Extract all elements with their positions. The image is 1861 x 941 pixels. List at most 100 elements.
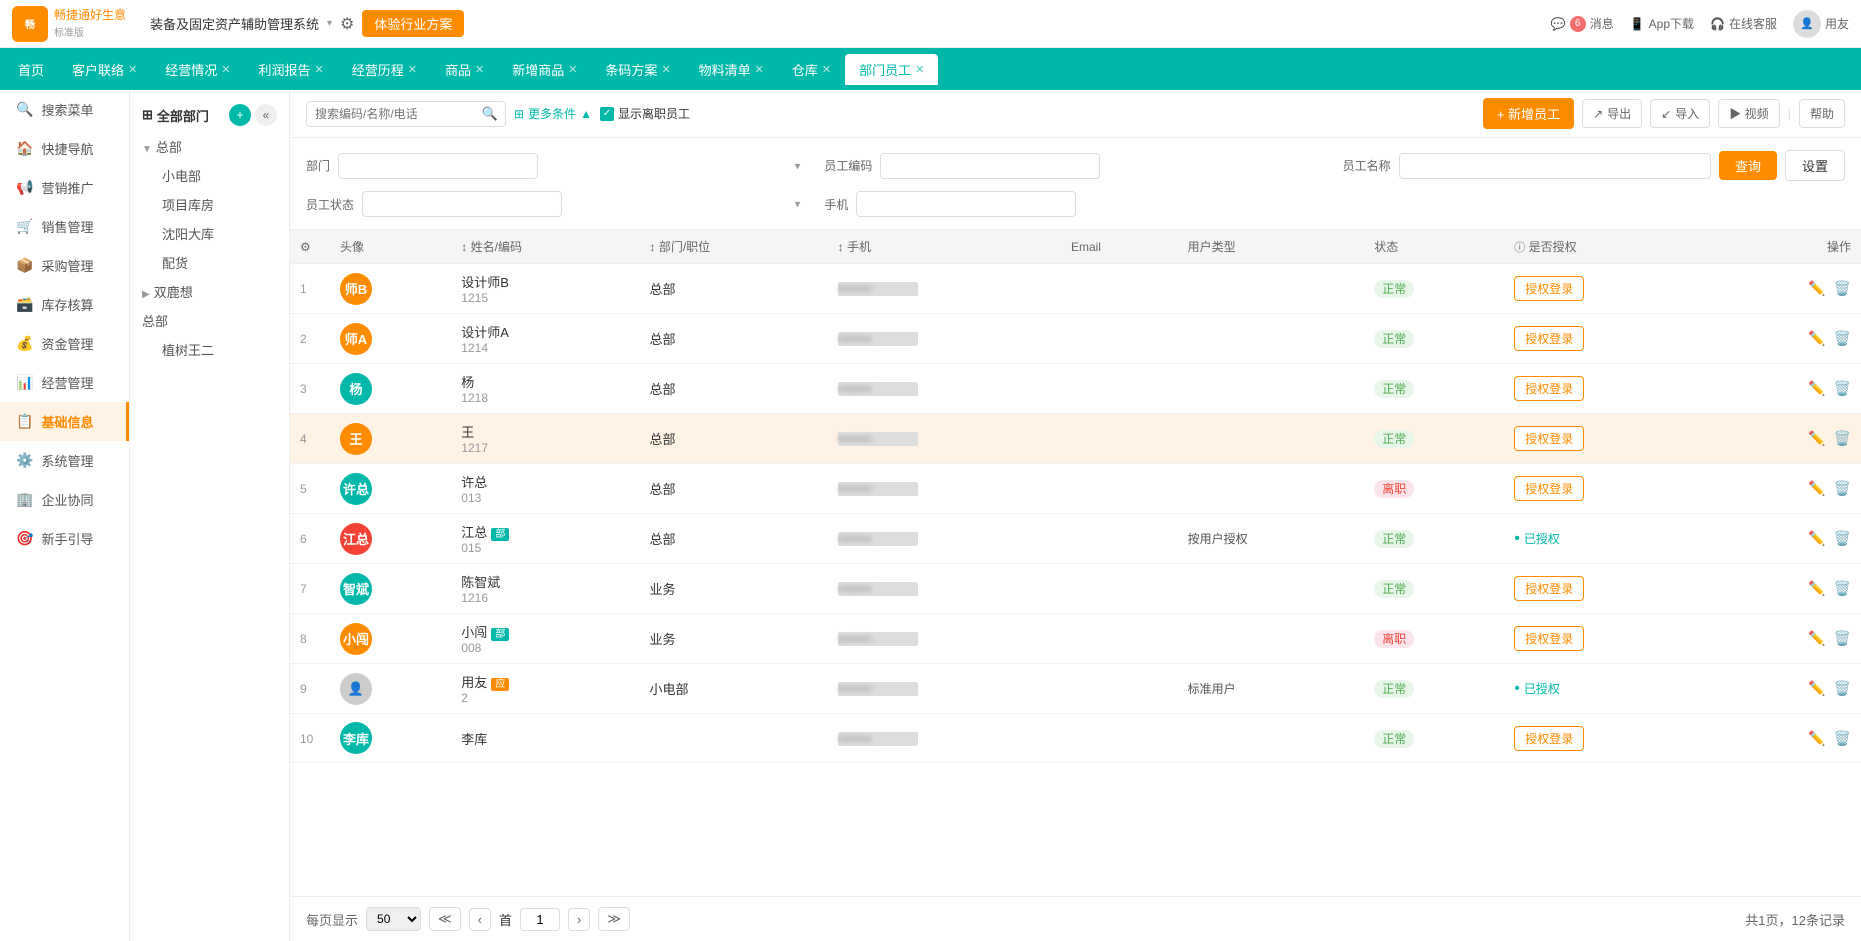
settings-icon[interactable]: ⚙ xyxy=(340,14,354,34)
col-name[interactable]: ↕ 姓名/编码 xyxy=(451,230,639,264)
download-btn[interactable]: 📱 App下载 xyxy=(1630,15,1694,32)
tab-barcode[interactable]: 条码方案 ✕ xyxy=(591,54,684,85)
edit-icon[interactable]: ✏️ xyxy=(1808,630,1825,647)
auth-login-btn[interactable]: 授权登录 xyxy=(1514,626,1584,651)
more-conditions-btn[interactable]: ⊞ 更多条件 ▲ xyxy=(514,105,592,122)
tab-home[interactable]: 首页 xyxy=(4,54,58,85)
delete-icon[interactable]: 🗑️ xyxy=(1834,580,1851,597)
dept-collapse-btn[interactable]: « xyxy=(255,104,277,126)
export-button[interactable]: ↗ 导出 xyxy=(1582,99,1642,128)
dept-node-project[interactable]: 项目库房 xyxy=(130,190,289,219)
per-page-select[interactable]: 50 20 100 xyxy=(366,907,421,931)
prev-page-btn[interactable]: ‹ xyxy=(469,908,491,931)
message-btn[interactable]: 💬 6 消息 xyxy=(1551,15,1614,32)
delete-icon[interactable]: 🗑️ xyxy=(1834,630,1851,647)
auth-login-btn[interactable]: 授权登录 xyxy=(1514,426,1584,451)
sidebar-item-guide[interactable]: 🎯 新手引导 xyxy=(0,519,129,558)
dept-node-shenyang[interactable]: 沈阳大库 xyxy=(130,219,289,248)
close-icon[interactable]: ✕ xyxy=(915,63,924,76)
user-btn[interactable]: 👤 用友 xyxy=(1793,10,1849,38)
edit-icon[interactable]: ✏️ xyxy=(1808,280,1825,297)
delete-icon[interactable]: 🗑️ xyxy=(1834,530,1851,547)
col-dept[interactable]: ↕ 部门/职位 xyxy=(639,230,827,264)
first-page-btn[interactable]: ≪ xyxy=(429,907,461,931)
delete-icon[interactable]: 🗑️ xyxy=(1834,430,1851,447)
help-button[interactable]: 帮助 xyxy=(1799,99,1845,128)
trial-button[interactable]: 体验行业方案 xyxy=(362,10,464,37)
dept-node-zongbu2[interactable]: 总部 xyxy=(130,306,289,335)
sidebar-item-enterprise[interactable]: 🏢 企业协同 xyxy=(0,480,129,519)
sidebar-item-purchase[interactable]: 📦 采购管理 xyxy=(0,246,129,285)
tab-bom[interactable]: 物料清单 ✕ xyxy=(685,54,778,85)
close-icon[interactable]: ✕ xyxy=(822,63,831,76)
close-icon[interactable]: ✕ xyxy=(475,63,484,76)
dept-node-zongbu-parent[interactable]: ▼总部 xyxy=(130,132,289,161)
sidebar-item-finance[interactable]: 💰 资金管理 xyxy=(0,324,129,363)
delete-icon[interactable]: 🗑️ xyxy=(1834,330,1851,347)
auth-login-btn[interactable]: 授权登录 xyxy=(1514,576,1584,601)
delete-icon[interactable]: 🗑️ xyxy=(1834,380,1851,397)
tab-warehouse[interactable]: 仓库 ✕ xyxy=(778,54,845,85)
tab-operations[interactable]: 经营情况 ✕ xyxy=(151,54,244,85)
auth-login-btn[interactable]: 授权登录 xyxy=(1514,326,1584,351)
set-button[interactable]: 设置 xyxy=(1785,150,1845,181)
tab-staff[interactable]: 部门员工 ✕ xyxy=(845,54,938,85)
import-button[interactable]: ↙ 导入 xyxy=(1650,99,1710,128)
sidebar-item-search[interactable]: 🔍 搜索菜单 xyxy=(0,90,129,129)
edit-icon[interactable]: ✏️ xyxy=(1808,730,1825,747)
dept-filter-select[interactable] xyxy=(338,153,538,179)
edit-icon[interactable]: ✏️ xyxy=(1808,680,1825,697)
close-icon[interactable]: ✕ xyxy=(661,63,670,76)
close-icon[interactable]: ✕ xyxy=(315,63,324,76)
add-employee-button[interactable]: + 新增员工 xyxy=(1483,98,1574,129)
auth-login-btn[interactable]: 授权登录 xyxy=(1514,476,1584,501)
close-icon[interactable]: ✕ xyxy=(568,63,577,76)
tab-profit[interactable]: 利润报告 ✕ xyxy=(244,54,337,85)
edit-icon[interactable]: ✏️ xyxy=(1808,480,1825,497)
edit-icon[interactable]: ✏️ xyxy=(1808,580,1825,597)
next-page-btn[interactable]: › xyxy=(568,908,590,931)
delete-icon[interactable]: 🗑️ xyxy=(1834,680,1851,697)
tab-history[interactable]: 经营历程 ✕ xyxy=(338,54,431,85)
dept-node-shuangluxiang[interactable]: ▶双鹿想 xyxy=(130,277,289,306)
edit-icon[interactable]: ✏️ xyxy=(1808,430,1825,447)
edit-icon[interactable]: ✏️ xyxy=(1808,380,1825,397)
name-filter-input[interactable] xyxy=(1399,153,1711,179)
service-btn[interactable]: 🎧 在线客服 xyxy=(1710,15,1777,32)
sidebar-item-sales[interactable]: 🛒 销售管理 xyxy=(0,207,129,246)
sidebar-item-inventory[interactable]: 🗃️ 库存核算 xyxy=(0,285,129,324)
dept-add-btn[interactable]: + xyxy=(229,104,251,126)
auth-login-btn[interactable]: 授权登录 xyxy=(1514,376,1584,401)
video-button[interactable]: ▶ 视频 xyxy=(1718,99,1779,128)
delete-icon[interactable]: 🗑️ xyxy=(1834,280,1851,297)
sidebar-item-quicknav[interactable]: 🏠 快捷导航 xyxy=(0,129,129,168)
edit-icon[interactable]: ✏️ xyxy=(1808,330,1825,347)
tab-goods[interactable]: 商品 ✕ xyxy=(431,54,498,85)
close-icon[interactable]: ✕ xyxy=(755,63,764,76)
code-filter-input[interactable] xyxy=(880,153,1100,179)
sidebar-item-marketing[interactable]: 📢 营销推广 xyxy=(0,168,129,207)
status-filter-select[interactable] xyxy=(362,191,562,217)
sidebar-item-operations[interactable]: 📊 经营管理 xyxy=(0,363,129,402)
query-button[interactable]: 查询 xyxy=(1719,151,1777,180)
dept-node-xiaodian[interactable]: 小电部 xyxy=(130,161,289,190)
sidebar-item-basic[interactable]: 📋 基础信息 xyxy=(0,402,129,441)
show-resigned-toggle[interactable]: ✓ 显示离职员工 xyxy=(600,105,690,122)
delete-icon[interactable]: 🗑️ xyxy=(1834,480,1851,497)
edit-icon[interactable]: ✏️ xyxy=(1808,530,1825,547)
auth-login-btn[interactable]: 授权登录 xyxy=(1514,276,1584,301)
last-page-btn[interactable]: ≫ xyxy=(598,907,630,931)
close-icon[interactable]: ✕ xyxy=(221,63,230,76)
tab-customer[interactable]: 客户联络 ✕ xyxy=(58,54,151,85)
search-input[interactable] xyxy=(306,101,506,127)
close-icon[interactable]: ✕ xyxy=(128,63,137,76)
page-input[interactable] xyxy=(520,908,560,931)
tab-new-goods[interactable]: 新增商品 ✕ xyxy=(498,54,591,85)
dept-node-zhishu[interactable]: 植树王二 xyxy=(130,335,289,364)
col-settings[interactable]: ⚙ xyxy=(290,230,330,264)
col-phone[interactable]: ↕ 手机 xyxy=(828,230,1061,264)
delete-icon[interactable]: 🗑️ xyxy=(1834,730,1851,747)
close-icon[interactable]: ✕ xyxy=(408,63,417,76)
phone-filter-input[interactable] xyxy=(856,191,1076,217)
system-title-dropdown[interactable]: ▾ xyxy=(327,18,332,29)
